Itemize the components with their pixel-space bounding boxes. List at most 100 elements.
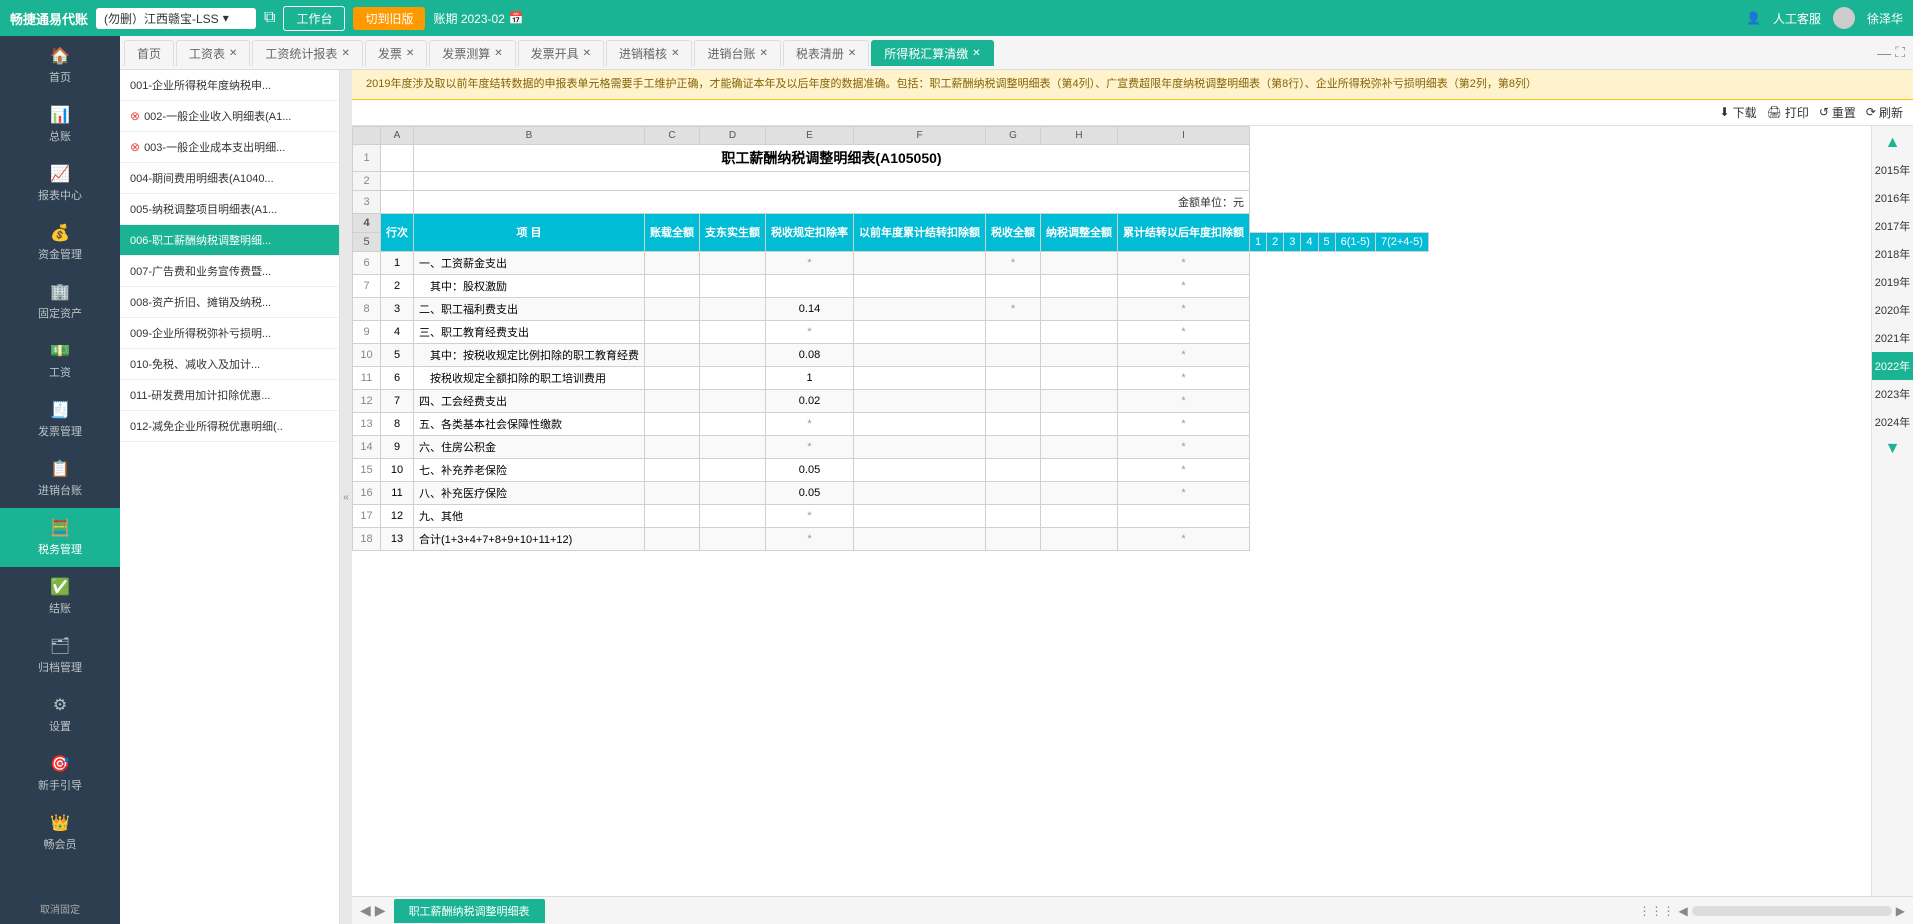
horizontal-scrollbar[interactable] [1692, 906, 1892, 916]
cell-18d[interactable] [700, 527, 766, 550]
cell-15c[interactable] [645, 458, 700, 481]
sheet-scroll-right-icon[interactable]: ▶ [1896, 904, 1905, 918]
cell-11h[interactable] [1041, 366, 1118, 389]
cell-8i[interactable]: * [1118, 297, 1250, 320]
cell-18h[interactable] [1041, 527, 1118, 550]
label-10[interactable]: 其中：按税收规定比例扣除的职工教育经费 [414, 343, 645, 366]
cutold-button[interactable]: 切到旧版 [353, 7, 425, 30]
year-btn-2023[interactable]: 2023年 [1872, 380, 1913, 408]
sidebar-item-settle[interactable]: ✅ 结账 [0, 567, 120, 626]
cell-7c[interactable] [645, 274, 700, 297]
tab-invoice-calc[interactable]: 发票测算 ✕ [429, 40, 515, 66]
sidebar-item-payroll[interactable]: 💵 工资 [0, 331, 120, 390]
cell-12g[interactable] [986, 389, 1041, 412]
label-11[interactable]: 按税收规定全额扣除的职工培训费用 [414, 366, 645, 389]
year-btn-2016[interactable]: 2016年 [1872, 184, 1913, 212]
cell-16e[interactable]: 0.05 [766, 481, 854, 504]
cell-6f[interactable] [854, 251, 986, 274]
label-8[interactable]: 二、职工福利费支出 [414, 297, 645, 320]
refresh-button[interactable]: ⟳ 刷新 [1866, 104, 1903, 121]
cell-6c[interactable] [645, 251, 700, 274]
label-13[interactable]: 五、各类基本社会保障性缴款 [414, 412, 645, 435]
cell-18e[interactable]: * [766, 527, 854, 550]
cell-8d[interactable] [700, 297, 766, 320]
label-18[interactable]: 合计(1+3+4+7+8+9+10+11+12) [414, 527, 645, 550]
sidebar-item-tax-mgmt[interactable]: 🧮 税务管理 [0, 508, 120, 567]
tab-invoice-close[interactable]: ✕ [406, 48, 414, 59]
file-item-012[interactable]: 012-减免企业所得税优惠明细(.. [120, 411, 339, 442]
label-14[interactable]: 六、住房公积金 [414, 435, 645, 458]
cell-10h[interactable] [1041, 343, 1118, 366]
cell-18i[interactable]: * [1118, 527, 1250, 550]
spreadsheet-container[interactable]: A B C D E F G H I [352, 126, 1871, 897]
workbench-button[interactable]: 工作台 [283, 6, 345, 31]
cell-6d[interactable] [700, 251, 766, 274]
tab-home[interactable]: 首页 [124, 40, 174, 66]
cell-14h[interactable] [1041, 435, 1118, 458]
cell-13e[interactable]: * [766, 412, 854, 435]
cell-13f[interactable] [854, 412, 986, 435]
cell-15i[interactable]: * [1118, 458, 1250, 481]
year-btn-2024[interactable]: 2024年 [1872, 408, 1913, 436]
cell-13g[interactable] [986, 412, 1041, 435]
cell-10e[interactable]: 0.08 [766, 343, 854, 366]
tab-invoice-open[interactable]: 发票开具 ✕ [518, 40, 604, 66]
cell-17g[interactable] [986, 504, 1041, 527]
cell-8f[interactable] [854, 297, 986, 320]
cell-10g[interactable] [986, 343, 1041, 366]
cell-11g[interactable] [986, 366, 1041, 389]
cell-16f[interactable] [854, 481, 986, 504]
print-button[interactable]: 🖨 打印 [1767, 104, 1809, 121]
cell-7d[interactable] [700, 274, 766, 297]
tab-import-ledger-close[interactable]: ✕ [759, 48, 767, 59]
cell-15d[interactable] [700, 458, 766, 481]
label-9[interactable]: 三、职工教育经费支出 [414, 320, 645, 343]
file-item-011[interactable]: 011-研发费用加计扣除优惠... [120, 380, 339, 411]
cell-8g[interactable]: * [986, 297, 1041, 320]
cell-15e[interactable]: 0.05 [766, 458, 854, 481]
cell-15h[interactable] [1041, 458, 1118, 481]
cancel-fixed-button[interactable]: 取消固定 [0, 893, 120, 924]
cell-11i[interactable]: * [1118, 366, 1250, 389]
tab-income-tax[interactable]: 所得税汇算清缴 ✕ [871, 40, 993, 66]
label-12[interactable]: 四、工会经费支出 [414, 389, 645, 412]
cell-9i[interactable]: * [1118, 320, 1250, 343]
collapse-handle[interactable]: « [340, 70, 352, 924]
cell-12i[interactable]: * [1118, 389, 1250, 412]
cell-6g[interactable]: * [986, 251, 1041, 274]
cell-14f[interactable] [854, 435, 986, 458]
cell-9f[interactable] [854, 320, 986, 343]
cell-18f[interactable] [854, 527, 986, 550]
tab-minimize-icon[interactable]: — [1877, 45, 1891, 61]
cell-16i[interactable]: * [1118, 481, 1250, 504]
sidebar-item-newbie[interactable]: 🎯 新手引导 [0, 744, 120, 803]
year-nav-up[interactable]: ▲ [1881, 130, 1905, 156]
cell-17e[interactable]: * [766, 504, 854, 527]
tab-tax-clear[interactable]: 税表清册 ✕ [783, 40, 869, 66]
tab-invoice[interactable]: 发票 ✕ [365, 40, 427, 66]
label-15[interactable]: 七、补充养老保险 [414, 458, 645, 481]
sidebar-item-ledger[interactable]: 📊 总账 [0, 95, 120, 154]
cell-12c[interactable] [645, 389, 700, 412]
label-6[interactable]: 一、工资薪金支出 [414, 251, 645, 274]
tab-payroll-stat[interactable]: 工资统计报表 ✕ [252, 40, 362, 66]
file-item-003[interactable]: ⊗ 003-一般企业成本支出明细... [120, 132, 339, 163]
tab-maximize-icon[interactable]: ⛶ [1895, 44, 1905, 61]
year-btn-2017[interactable]: 2017年 [1872, 212, 1913, 240]
sheet-nav-right[interactable]: ▶ [375, 902, 386, 919]
tab-import-check[interactable]: 进销稽核 ✕ [606, 40, 692, 66]
company-selector[interactable]: (勿删）江西赣宝-LSS ▾ [96, 8, 256, 29]
cell-16h[interactable] [1041, 481, 1118, 504]
file-item-004[interactable]: 004-期间费用明细表(A1040... [120, 163, 339, 194]
cell-2A[interactable] [381, 171, 414, 190]
tab-tax-clear-close[interactable]: ✕ [848, 48, 856, 59]
year-btn-2020[interactable]: 2020年 [1872, 296, 1913, 324]
cell-12f[interactable] [854, 389, 986, 412]
cell-14g[interactable] [986, 435, 1041, 458]
cell-9g[interactable] [986, 320, 1041, 343]
cell-17d[interactable] [700, 504, 766, 527]
cell-8h[interactable] [1041, 297, 1118, 320]
tab-payroll[interactable]: 工资表 ✕ [176, 40, 250, 66]
file-item-010[interactable]: 010-免税、减收入及加计... [120, 349, 339, 380]
file-item-007[interactable]: 007-广告费和业务宣传费暨... [120, 256, 339, 287]
